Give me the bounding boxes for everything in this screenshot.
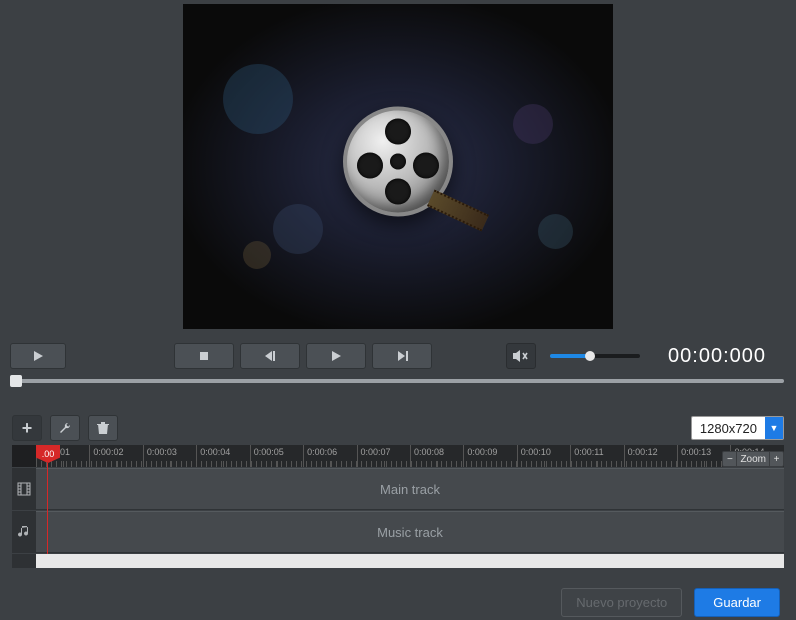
- timeline-ruler-row: 0:00:010:00:020:00:030:00:040:00:050:00:…: [12, 445, 784, 467]
- scrub-slider[interactable]: [12, 379, 784, 383]
- main-track-row[interactable]: Main track: [12, 468, 784, 510]
- mute-button[interactable]: [506, 343, 536, 369]
- music-track-row[interactable]: Music track: [12, 511, 784, 553]
- play-button-2[interactable]: [306, 343, 366, 369]
- timeline-scrollbar[interactable]: [36, 554, 784, 568]
- timeline: 0:00:010:00:020:00:030:00:040:00:050:00:…: [12, 445, 784, 568]
- delete-button[interactable]: [88, 415, 118, 441]
- main-track-label: Main track: [36, 468, 784, 510]
- preview-decoration: [273, 204, 323, 254]
- video-preview[interactable]: [183, 4, 613, 329]
- save-button[interactable]: Guardar: [694, 588, 780, 617]
- zoom-label: Zoom: [737, 452, 769, 466]
- timeline-toolbar: + 1280x720 ▼: [0, 415, 796, 441]
- preview-decoration: [538, 214, 573, 249]
- trash-icon: [97, 421, 109, 435]
- timeline-ruler[interactable]: 0:00:010:00:020:00:030:00:040:00:050:00:…: [36, 445, 784, 467]
- new-project-button[interactable]: Nuevo proyecto: [561, 588, 682, 617]
- footer-buttons: Nuevo proyecto Guardar: [0, 588, 796, 617]
- settings-button[interactable]: [50, 415, 80, 441]
- preview-decoration: [513, 104, 553, 144]
- preview-area: [0, 0, 796, 329]
- ruler-minor-ticks: [36, 461, 784, 467]
- timeline-scrollbar-row: [12, 554, 784, 568]
- stop-button[interactable]: [174, 343, 234, 369]
- preview-decoration: [243, 241, 271, 269]
- play-button[interactable]: [10, 343, 66, 369]
- ruler-header-spacer: [12, 445, 36, 467]
- film-icon: [12, 468, 36, 510]
- film-reel-icon: [343, 106, 453, 216]
- music-track-label: Music track: [36, 511, 784, 553]
- zoom-out-button[interactable]: −: [723, 452, 737, 466]
- chevron-down-icon: ▼: [765, 417, 783, 439]
- scrub-handle[interactable]: [10, 375, 22, 387]
- zoom-in-button[interactable]: +: [769, 452, 783, 466]
- music-icon: [12, 511, 36, 553]
- preview-decoration: [223, 64, 293, 134]
- zoom-control: − Zoom +: [722, 451, 784, 467]
- step-back-button[interactable]: [240, 343, 300, 369]
- resolution-value: 1280x720: [692, 421, 765, 436]
- add-media-button[interactable]: +: [12, 415, 42, 441]
- playback-controls: 00:00:000: [0, 343, 796, 369]
- step-forward-button[interactable]: [372, 343, 432, 369]
- resolution-select[interactable]: 1280x720 ▼: [691, 416, 784, 440]
- volume-handle[interactable]: [585, 351, 595, 361]
- timecode-display: 00:00:000: [668, 345, 766, 368]
- wrench-icon: [58, 421, 72, 435]
- volume-slider[interactable]: [550, 354, 640, 358]
